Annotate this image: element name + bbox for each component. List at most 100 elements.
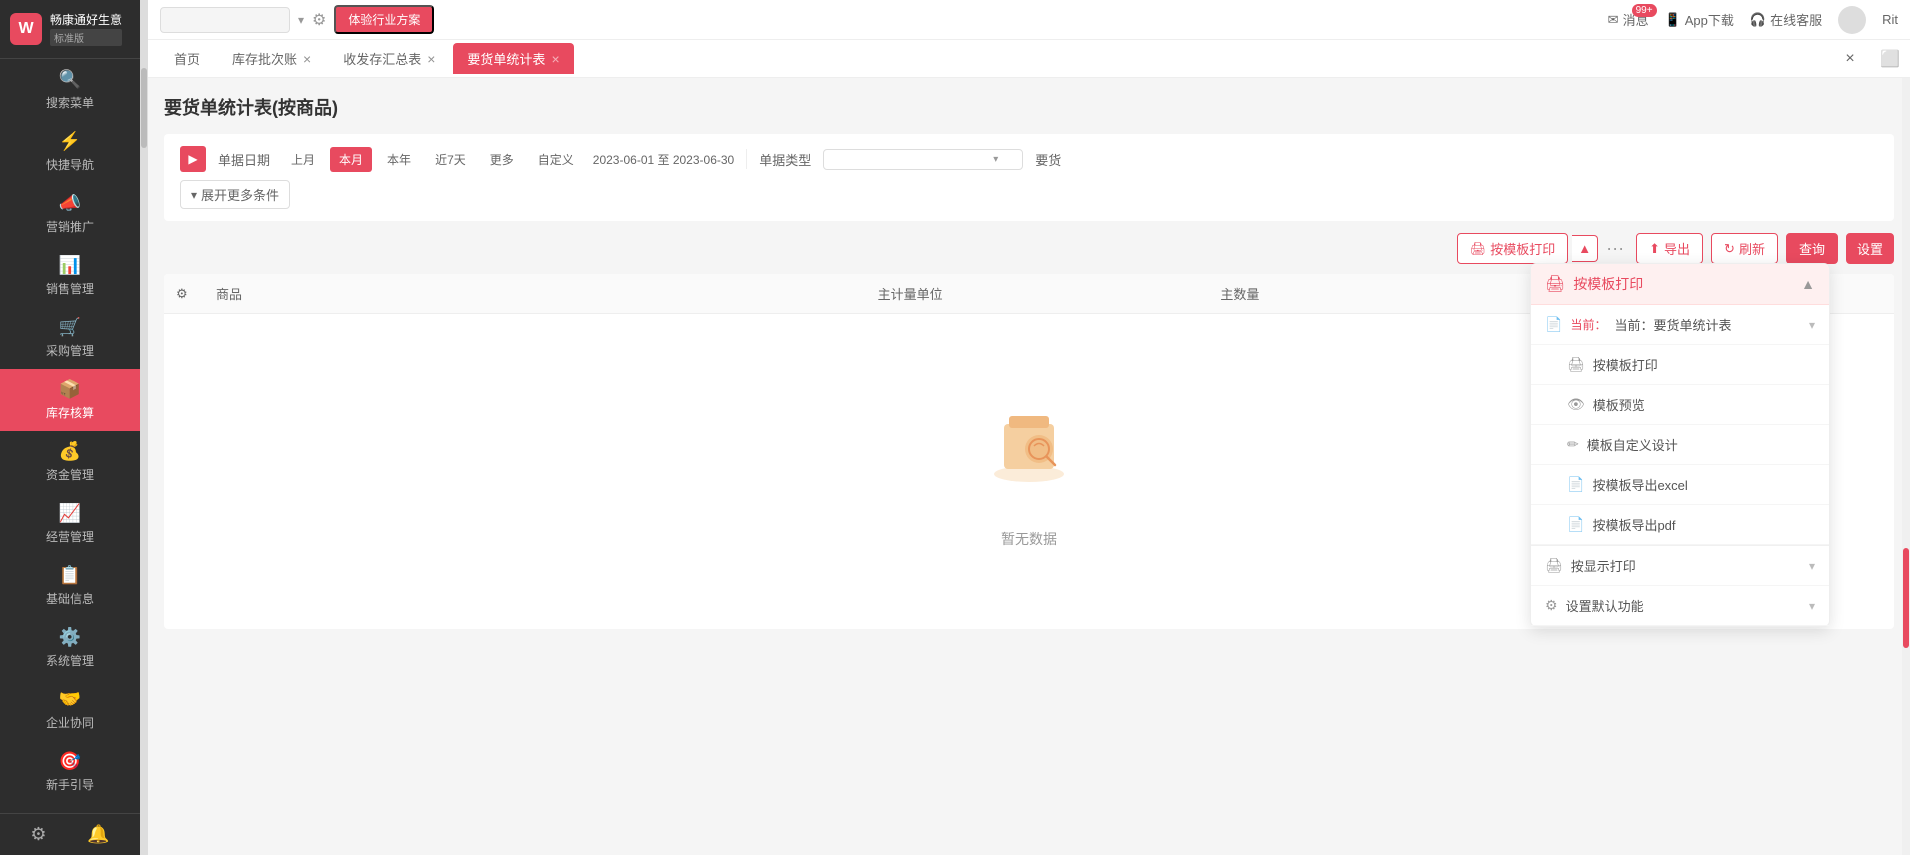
sidebar-item-enterprise[interactable]: 🤝 企业协同 (0, 679, 140, 741)
sidebar-label-marketing: 营销推广 (46, 218, 94, 235)
message-button[interactable]: ✉ 消息 99+ (1608, 10, 1649, 29)
shortcuts-icon: ⚡ (59, 131, 81, 152)
dropdown-header: 🖨 按模板打印 ▲ (1531, 264, 1829, 305)
sidebar-item-appcenter[interactable]: 📱 应用中心 (0, 803, 140, 813)
topbar-search[interactable] (160, 7, 290, 33)
date-btn-custom[interactable]: 自定义 (529, 147, 583, 172)
tab-receivable-summary-label: 收发存汇总表 (343, 49, 421, 68)
sidebar-item-purchase[interactable]: 🛒 采购管理 (0, 307, 140, 369)
sidebar-label-enterprise: 企业协同 (46, 714, 94, 731)
operations-icon: 📈 (59, 503, 81, 524)
sidebar-label-shortcuts: 快捷导航 (46, 156, 94, 173)
refresh-button[interactable]: ↻ 刷新 (1711, 233, 1778, 264)
th-settings: ⚙ (164, 274, 204, 313)
sidebar-label-inventory: 库存核算 (46, 404, 94, 421)
print-button[interactable]: 🖨 按模板打印 (1457, 233, 1569, 264)
sidebar-item-sales[interactable]: 📊 销售管理 (0, 245, 140, 307)
dropdown-set-default[interactable]: ⚙ 设置默认功能 ▾ (1531, 586, 1829, 626)
date-label: 单据日期 (218, 150, 270, 169)
window-maximize-button[interactable]: ⬜ (1870, 40, 1910, 78)
tab-receivable-summary-close[interactable]: × (427, 51, 435, 67)
tab-inventory-batch-label: 库存批次账 (232, 49, 297, 68)
tab-inventory-batch-close[interactable]: × (303, 51, 311, 67)
online-service-button[interactable]: 🎧 在线客服 (1750, 10, 1822, 29)
dropdown-display-print[interactable]: 🖨 按显示打印 ▾ (1531, 546, 1829, 586)
topbar-chevron-icon[interactable]: ▾ (298, 13, 304, 27)
sidebar-scrollbar-thumb (141, 68, 147, 148)
dropdown-title-text: 按模板打印 (1573, 274, 1643, 294)
more-icon[interactable]: ··· (1606, 238, 1624, 259)
type-label: 单据类型 (759, 150, 811, 169)
app-tag: 标准版 (50, 29, 122, 46)
tab-home-label: 首页 (174, 49, 200, 68)
printer-icon: 🖨 (1470, 241, 1487, 257)
window-controls: × ⬜ (1830, 40, 1910, 78)
notification-bottom-icon[interactable]: 🔔 (87, 824, 109, 845)
date-btn-7days[interactable]: 近7天 (426, 147, 475, 172)
content-scrollbar[interactable] (1902, 78, 1910, 855)
dropdown-item-template-print[interactable]: 🖨 按模板打印 (1531, 345, 1829, 385)
settings-col-icon[interactable]: ⚙ (176, 286, 188, 302)
date-btn-this-year[interactable]: 本年 (378, 147, 420, 172)
tab-home[interactable]: 首页 (160, 43, 214, 74)
window-close-button[interactable]: × (1830, 40, 1870, 78)
filter-row: ▶ 单据日期 上月 本月 本年 近7天 更多 自定义 2023-06-01 至 … (180, 146, 1878, 172)
filter-divider (746, 149, 747, 169)
filter-expand-icon[interactable]: ▶ (180, 146, 206, 172)
sidebar-item-system[interactable]: ⚙️ 系统管理 (0, 617, 140, 679)
sidebar-bottom: ⚙ 🔔 (0, 813, 140, 855)
dropdown-current-item[interactable]: 📄 当前： 当前：要货单统计表 ▾ (1531, 305, 1829, 345)
sidebar-item-marketing[interactable]: 📣 营销推广 (0, 183, 140, 245)
sidebar-label-system: 系统管理 (46, 652, 94, 669)
app-download-button[interactable]: 📱 App下载 (1665, 10, 1734, 29)
sidebar-item-finance[interactable]: 💰 资金管理 (0, 431, 140, 493)
date-btn-this-month[interactable]: 本月 (330, 147, 372, 172)
query-button[interactable]: 查询 (1786, 233, 1838, 264)
app-logo: W 畅康通好生意 标准版 (0, 0, 140, 59)
dropdown-item-export-excel[interactable]: 📄 按模板导出excel (1531, 465, 1829, 505)
sidebar-item-operations[interactable]: 📈 经营管理 (0, 493, 140, 555)
sidebar-item-search[interactable]: 🔍 搜索菜单 (0, 59, 140, 121)
print-arrow-button[interactable]: ▲ (1572, 235, 1598, 262)
logo-icon: W (10, 13, 42, 45)
tab-requisition-stats[interactable]: 要货单统计表 × (453, 43, 573, 74)
export-excel-label: 按模板导出excel (1592, 475, 1687, 494)
sidebar-item-shortcuts[interactable]: ⚡ 快捷导航 (0, 121, 140, 183)
settings-button[interactable]: 设置 (1846, 233, 1894, 264)
expand-more-button[interactable]: ▾ 展开更多条件 (180, 180, 290, 209)
date-btn-more[interactable]: 更多 (481, 147, 523, 172)
newguide-icon: 🎯 (59, 751, 81, 772)
tab-receivable-summary[interactable]: 收发存汇总表 × (329, 43, 449, 74)
th-unit: 主计量单位 (866, 274, 1209, 313)
date-btn-last-month[interactable]: 上月 (282, 147, 324, 172)
export-pdf-icon: 📄 (1567, 516, 1584, 533)
export-icon: ⬆ (1649, 241, 1660, 257)
content-scrollbar-thumb (1903, 548, 1909, 648)
type-select[interactable]: ▾ (823, 149, 1023, 170)
tab-requisition-stats-close[interactable]: × (551, 51, 559, 67)
user-avatar[interactable] (1838, 6, 1866, 34)
sidebar-item-newguide[interactable]: 🎯 新手引导 (0, 741, 140, 803)
display-print-chevron: ▾ (1809, 559, 1815, 573)
sidebar-scrollbar[interactable] (140, 0, 148, 855)
refresh-label: 刷新 (1739, 239, 1765, 258)
expand-label: 展开更多条件 (201, 185, 279, 204)
sidebar-item-inventory[interactable]: 📦 库存核算 (0, 369, 140, 431)
dropdown-close-icon[interactable]: ▲ (1801, 276, 1815, 292)
dropdown-item-export-pdf[interactable]: 📄 按模板导出pdf (1531, 505, 1829, 545)
dropdown-item-template-design[interactable]: ✏ 模板自定义设计 (1531, 425, 1829, 465)
topbar-settings-icon[interactable]: ⚙ (312, 10, 326, 30)
empty-icon (979, 394, 1079, 513)
dropdown-item-template-preview[interactable]: 👁 模板预览 (1531, 385, 1829, 425)
settings-bottom-icon[interactable]: ⚙ (30, 824, 46, 845)
export-button[interactable]: ⬆ 导出 (1636, 233, 1703, 264)
dropdown-title: 🖨 按模板打印 (1545, 274, 1643, 294)
set-default-chevron: ▾ (1809, 599, 1815, 613)
tab-inventory-batch[interactable]: 库存批次账 × (218, 43, 325, 74)
sidebar-item-basic[interactable]: 📋 基础信息 (0, 555, 140, 617)
system-icon: ⚙️ (59, 627, 81, 648)
main-content: ▾ ⚙ 体验行业方案 ✉ 消息 99+ 📱 App下载 🎧 在线客服 Rit 首… (148, 0, 1910, 855)
template-print-label: 按模板打印 (1593, 355, 1658, 374)
trial-button[interactable]: 体验行业方案 (334, 5, 434, 34)
sidebar-nav: 🔍 搜索菜单 ⚡ 快捷导航 📣 营销推广 📊 销售管理 🛒 采购管理 📦 库存核… (0, 59, 140, 813)
